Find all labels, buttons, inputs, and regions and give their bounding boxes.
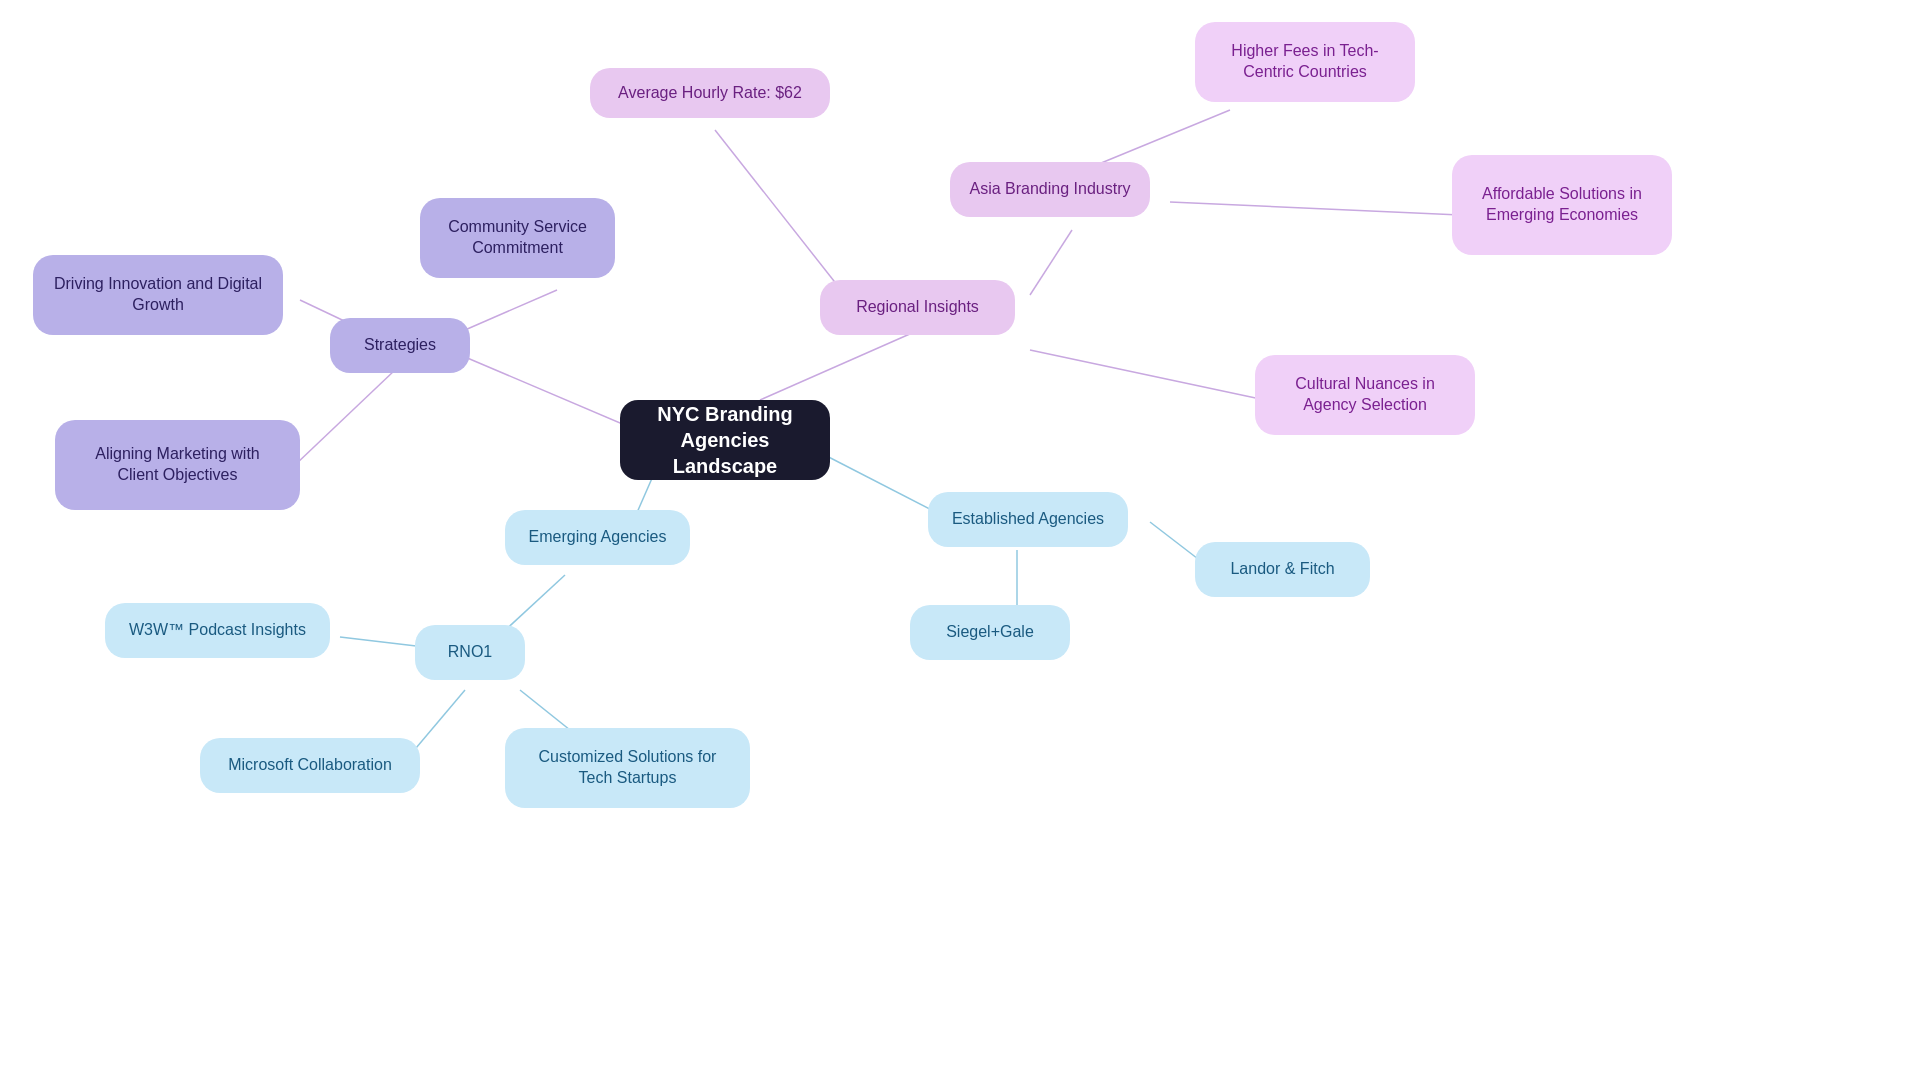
asia-branding-node: Asia Branding Industry: [950, 162, 1150, 217]
landor-fitch-label: Landor & Fitch: [1230, 559, 1334, 580]
affordable-label: Affordable Solutions in Emerging Economi…: [1470, 184, 1654, 226]
cultural-nuances-label: Cultural Nuances in Agency Selection: [1273, 374, 1457, 416]
regional-insights-node: Regional Insights: [820, 280, 1015, 335]
microsoft-collab-label: Microsoft Collaboration: [228, 755, 392, 776]
emerging-agencies-label: Emerging Agencies: [529, 527, 667, 548]
established-agencies-label: Established Agencies: [952, 509, 1104, 530]
siegel-gale-label: Siegel+Gale: [946, 622, 1034, 643]
aligning-marketing-node: Aligning Marketing with Client Objective…: [55, 420, 300, 510]
microsoft-collab-node: Microsoft Collaboration: [200, 738, 420, 793]
customized-solutions-label: Customized Solutions for Tech Startups: [523, 747, 732, 789]
svg-line-2: [465, 290, 557, 330]
svg-line-6: [1030, 230, 1072, 295]
higher-fees-label: Higher Fees in Tech-Centric Countries: [1213, 41, 1397, 83]
emerging-agencies-node: Emerging Agencies: [505, 510, 690, 565]
svg-line-3: [295, 370, 395, 465]
regional-insights-label: Regional Insights: [856, 297, 979, 318]
siegel-gale-node: Siegel+Gale: [910, 605, 1070, 660]
rno1-node: RNO1: [415, 625, 525, 680]
svg-line-9: [1030, 350, 1265, 400]
w3w-podcast-label: W3W™ Podcast Insights: [129, 620, 306, 641]
higher-fees-node: Higher Fees in Tech-Centric Countries: [1195, 22, 1415, 102]
landor-fitch-node: Landor & Fitch: [1195, 542, 1370, 597]
center-node: NYC Branding Agencies Landscape: [620, 400, 830, 480]
strategies-node: Strategies: [330, 318, 470, 373]
driving-innovation-node: Driving Innovation and Digital Growth: [33, 255, 283, 335]
avg-hourly-label: Average Hourly Rate: $62: [618, 83, 802, 104]
center-label: NYC Branding Agencies Landscape: [638, 401, 812, 479]
strategies-label: Strategies: [364, 335, 436, 356]
avg-hourly-node: Average Hourly Rate: $62: [590, 68, 830, 118]
driving-innovation-label: Driving Innovation and Digital Growth: [51, 274, 265, 316]
aligning-marketing-label: Aligning Marketing with Client Objective…: [73, 444, 282, 486]
affordable-node: Affordable Solutions in Emerging Economi…: [1452, 155, 1672, 255]
community-service-label: Community Service Commitment: [438, 217, 597, 259]
rno1-label: RNO1: [448, 642, 492, 663]
w3w-podcast-node: W3W™ Podcast Insights: [105, 603, 330, 658]
community-service-node: Community Service Commitment: [420, 198, 615, 278]
svg-line-8: [1170, 202, 1460, 215]
established-agencies-node: Established Agencies: [928, 492, 1128, 547]
cultural-nuances-node: Cultural Nuances in Agency Selection: [1255, 355, 1475, 435]
customized-solutions-node: Customized Solutions for Tech Startups: [505, 728, 750, 808]
asia-branding-label: Asia Branding Industry: [970, 179, 1131, 200]
svg-line-5: [715, 130, 845, 295]
